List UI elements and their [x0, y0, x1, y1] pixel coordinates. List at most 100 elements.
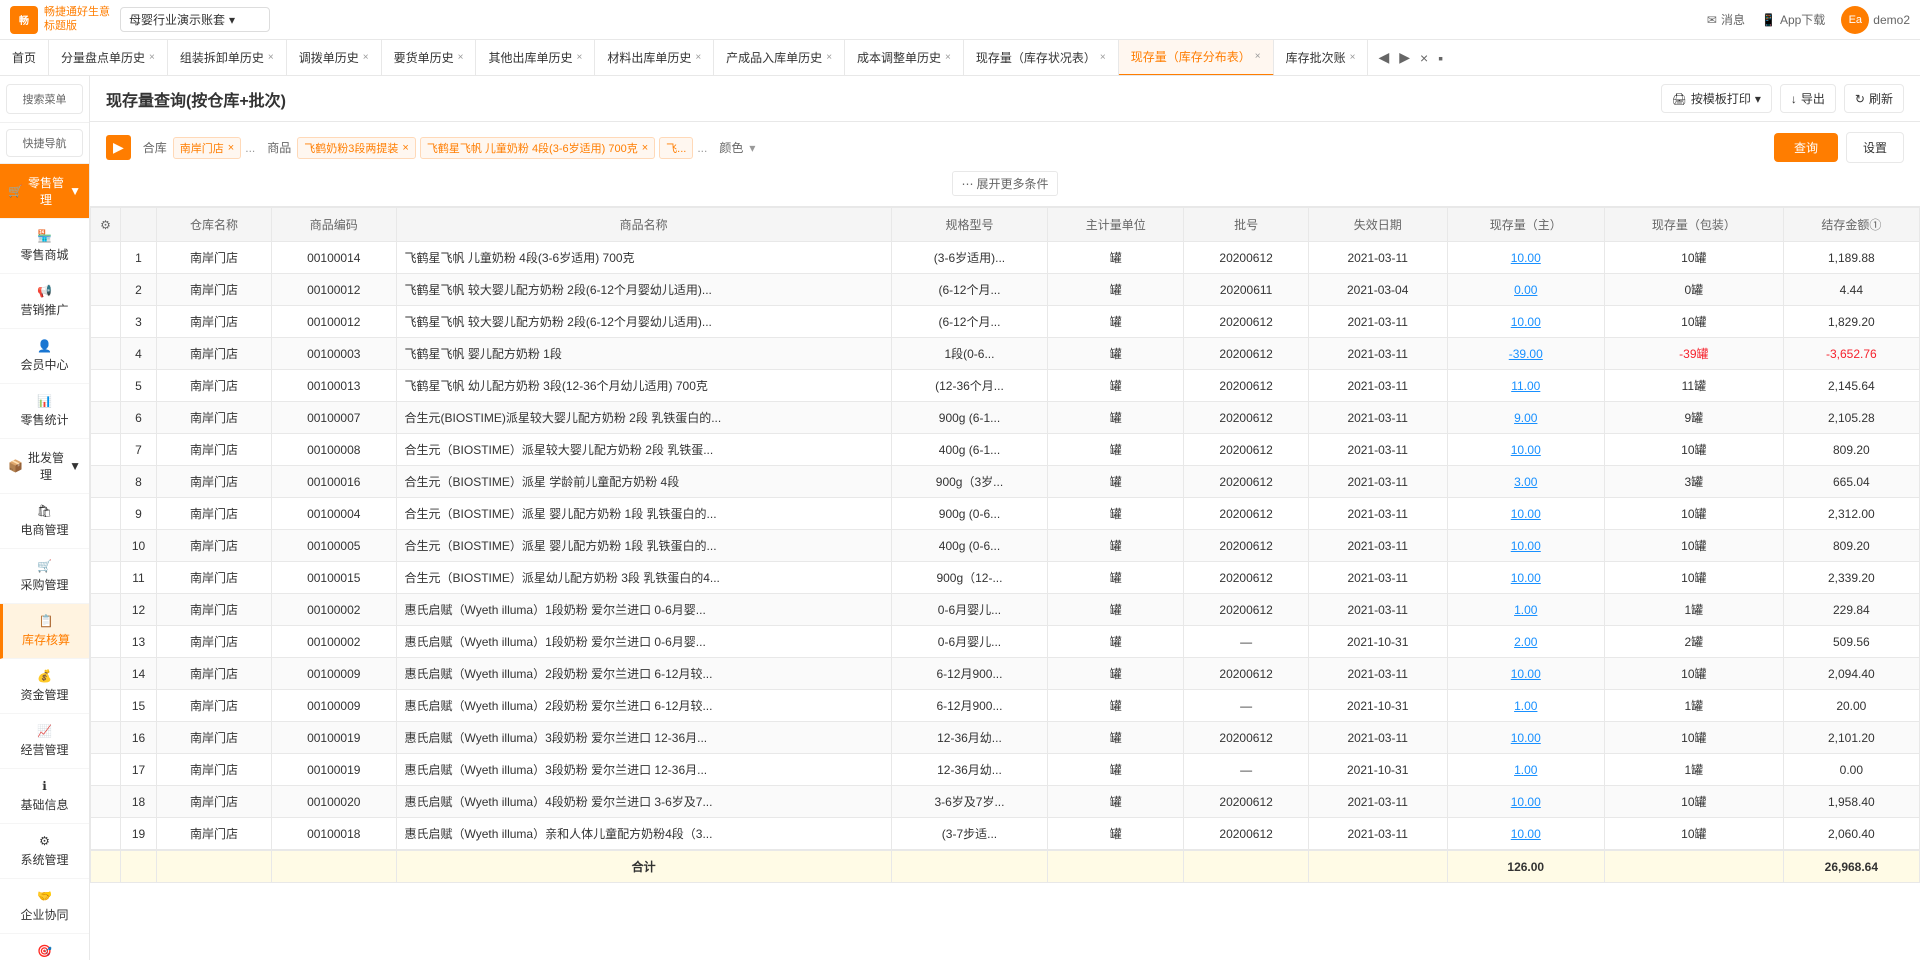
sidebar-item-purchase[interactable]: 🛒 采购管理 [0, 549, 89, 604]
quick-nav-btn[interactable]: 快捷导航 [6, 129, 83, 157]
row-qty-main-cell[interactable]: 0.00 [1447, 274, 1604, 306]
page-title: 现存量查询(按仓库+批次) [106, 87, 286, 111]
sidebar-item-retail-mall[interactable]: 🏪 零售商城 [0, 219, 89, 274]
row-warehouse-cell: 南岸门店 [157, 434, 272, 466]
tab-home[interactable]: 首页 [0, 40, 49, 76]
sidebar-item-retail-stats[interactable]: 📊 零售统计 [0, 384, 89, 439]
warehouse-more-btn[interactable]: ... [245, 141, 255, 155]
row-qty-main-cell[interactable]: 1.00 [1447, 690, 1604, 722]
refresh-btn[interactable]: ↻ 刷新 [1844, 84, 1904, 113]
row-batch-cell: 20200612 [1184, 338, 1309, 370]
search-menu-btn[interactable]: 搜索菜单 [6, 84, 83, 114]
setting-btn[interactable]: 设置 [1846, 132, 1904, 163]
tab-close-icon[interactable]: × [363, 52, 369, 63]
row-expire-cell: 2021-03-11 [1308, 338, 1447, 370]
tab-close-icon[interactable]: × [149, 52, 155, 63]
row-qty-main-cell[interactable]: 10.00 [1447, 786, 1604, 818]
row-product-name-cell: 飞鹤星飞帆 儿童奶粉 4段(3-6岁适用) 700克 [396, 242, 891, 274]
sidebar-item-retail-mgmt[interactable]: 🛒 零售管理 ▼ [0, 164, 89, 219]
sidebar-item-marketing[interactable]: 📢 营销推广 [0, 274, 89, 329]
tab-close-icon[interactable]: × [826, 52, 832, 63]
table-row: 2 南岸门店 00100012 飞鹤星飞帆 较大婴儿配方奶粉 2段(6-12个月… [91, 274, 1920, 306]
tab-close-icon[interactable]: × [945, 52, 951, 63]
tab-material-out[interactable]: 材料出库单历史 × [595, 40, 714, 76]
row-spec-cell: 12-36月幼... [891, 754, 1047, 786]
tab-other-out[interactable]: 其他出库单历史 × [476, 40, 595, 76]
tab-mix[interactable]: 调拨单历史 × [287, 40, 382, 76]
row-qty-main-cell[interactable]: 10.00 [1447, 498, 1604, 530]
message-btn[interactable]: ✉ 消息 [1707, 11, 1745, 28]
tab-close-icon[interactable]: × [576, 52, 582, 63]
sidebar-item-enterprise[interactable]: 🤝 企业协同 [0, 879, 89, 934]
tab-request[interactable]: 要货单历史 × [382, 40, 477, 76]
expand-icon: ⋯ [961, 177, 973, 191]
row-qty-main-cell[interactable]: -39.00 [1447, 338, 1604, 370]
sidebar-item-sys-mgmt[interactable]: ⚙ 系统管理 [0, 824, 89, 879]
app-download-btn[interactable]: 📱 App下载 [1761, 11, 1825, 28]
sidebar-item-finance[interactable]: 💰 资金管理 [0, 659, 89, 714]
tab-batch-ledger[interactable]: 库存批次账 × [1274, 40, 1369, 76]
product-tag-0-remove-btn[interactable]: × [402, 142, 408, 154]
row-qty-main-cell[interactable]: 3.00 [1447, 466, 1604, 498]
tab-inventory-dist[interactable]: 现存量（库存分布表） × [1119, 40, 1274, 76]
tab-close-icon[interactable]: × [458, 52, 464, 63]
product-more-btn[interactable]: ... [697, 141, 707, 155]
tab-close-icon[interactable]: × [1350, 52, 1356, 63]
row-product-name-cell: 合生元（BIOSTIME）派星较大婴儿配方奶粉 2段 乳铁蛋... [396, 434, 891, 466]
row-qty-main-cell[interactable]: 10.00 [1447, 306, 1604, 338]
expand-more-btn[interactable]: ⋯ 展开更多条件 [952, 171, 1057, 196]
row-qty-main-cell[interactable]: 10.00 [1447, 434, 1604, 466]
tab-close-icon[interactable]: × [695, 52, 701, 63]
sidebar-item-basic-info[interactable]: ℹ 基础信息 [0, 769, 89, 824]
row-qty-main-cell[interactable]: 11.00 [1447, 370, 1604, 402]
tab-prev-btn[interactable]: ◀ [1374, 47, 1393, 68]
tab-product-in[interactable]: 产成品入库单历史 × [714, 40, 845, 76]
tab-next-btn[interactable]: ▶ [1395, 47, 1414, 68]
sidebar-item-new-guide[interactable]: 🎯 新手引导 [0, 934, 89, 960]
tab-disassemble[interactable]: 组装拆卸单历史 × [168, 40, 287, 76]
row-qty-main-cell[interactable]: 2.00 [1447, 626, 1604, 658]
product-tag-1-remove-btn[interactable]: × [642, 142, 648, 154]
tab-close-icon[interactable]: × [1255, 51, 1261, 62]
tab-cost-adjust[interactable]: 成本调整单历史 × [845, 40, 964, 76]
row-warehouse-cell: 南岸门店 [157, 274, 272, 306]
tab-split-count[interactable]: 分量盘点单历史 × [49, 40, 168, 76]
table-row: 13 南岸门店 00100002 惠氏启赋（Wyeth illuma）1段奶粉 … [91, 626, 1920, 658]
product-tag-0: 飞鹤奶粉3段两提装 × [297, 137, 416, 159]
row-balance-cell: 20.00 [1783, 690, 1919, 722]
row-balance-cell: 509.56 [1783, 626, 1919, 658]
tab-close-icon[interactable]: × [268, 52, 274, 63]
user-menu[interactable]: Ea demo2 [1841, 6, 1910, 34]
tab-close-all-btn[interactable]: × [1416, 48, 1432, 68]
tab-menu-btn[interactable]: ▪ [1434, 48, 1447, 68]
row-batch-cell: 20200612 [1184, 594, 1309, 626]
warehouse-tag-remove-btn[interactable]: × [228, 142, 234, 154]
sidebar-item-ecommerce[interactable]: 🛍 电商管理 [0, 494, 89, 549]
row-qty-main-cell[interactable]: 1.00 [1447, 754, 1604, 786]
row-qty-main-cell[interactable]: 9.00 [1447, 402, 1604, 434]
row-qty-main-cell[interactable]: 10.00 [1447, 722, 1604, 754]
sidebar-item-inventory[interactable]: 📋 库存核算 [0, 604, 89, 659]
row-qty-main-cell[interactable]: 10.00 [1447, 242, 1604, 274]
sidebar-item-member[interactable]: 👤 会员中心 [0, 329, 89, 384]
tab-inventory-status[interactable]: 现存量（库存状况表） × [964, 40, 1119, 76]
row-qty-main-cell[interactable]: 10.00 [1447, 818, 1604, 851]
col-setting-header[interactable]: ⚙ [91, 208, 121, 242]
tab-close-icon[interactable]: × [1100, 52, 1106, 63]
row-qty-main-cell[interactable]: 10.00 [1447, 658, 1604, 690]
row-spec-cell: 6-12月900... [891, 690, 1047, 722]
export-btn[interactable]: ↓ 导出 [1780, 84, 1836, 113]
row-qty-main-cell[interactable]: 1.00 [1447, 594, 1604, 626]
sidebar-item-wholesale[interactable]: 📦 批发管理 ▼ [0, 439, 89, 494]
row-qty-main-cell[interactable]: 10.00 [1447, 530, 1604, 562]
row-qty-main-cell[interactable]: 10.00 [1447, 562, 1604, 594]
filter-expand-arrow-btn[interactable]: ▶ [106, 135, 131, 160]
row-qty-pkg-cell: 10罐 [1605, 434, 1784, 466]
member-icon: 👤 [37, 339, 52, 353]
query-btn[interactable]: 查询 [1774, 133, 1838, 162]
row-spec-cell: (6-12个月... [891, 274, 1047, 306]
filter-area: ▶ 合库 南岸门店 × ... 商品 [90, 122, 1920, 207]
industry-selector[interactable]: 母婴行业演示账套 ▾ [120, 7, 270, 32]
sidebar-item-operations[interactable]: 📈 经营管理 [0, 714, 89, 769]
print-btn[interactable]: 🖨 按模板打印 ▾ [1661, 84, 1772, 113]
